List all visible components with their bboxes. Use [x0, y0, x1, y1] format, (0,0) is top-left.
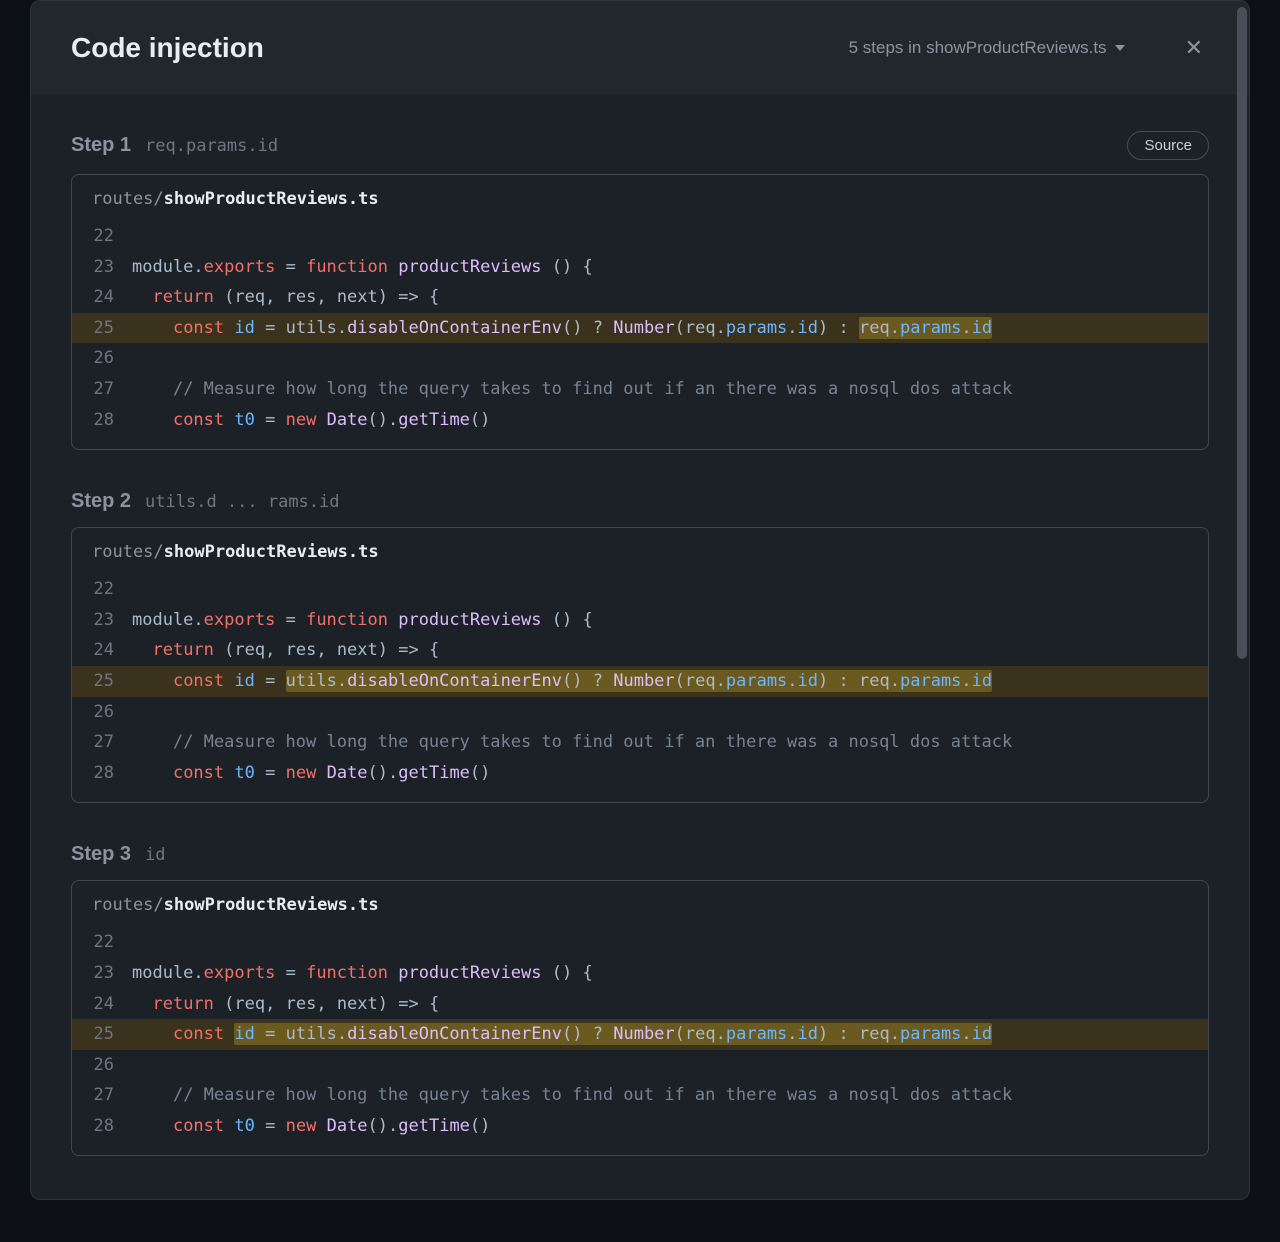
code-body: 22 23 module.exports = function productR…	[72, 215, 1208, 449]
code-line: 27 // Measure how long the query takes t…	[72, 1080, 1208, 1111]
code-file-path[interactable]: routes/showProductReviews.ts	[72, 175, 1208, 215]
code-line: 28 const t0 = new Date().getTime()	[72, 758, 1208, 789]
code-line: 26	[72, 697, 1208, 728]
code-content: const t0 = new Date().getTime()	[132, 405, 1208, 436]
code-card: routes/showProductReviews.ts 22 23 modul…	[71, 527, 1209, 803]
step-label: Step 2	[71, 490, 131, 513]
file-name: showProductReviews.ts	[164, 542, 379, 562]
file-path-prefix: routes/	[92, 895, 164, 915]
panel-title: Code injection	[71, 32, 264, 64]
code-line: 23 module.exports = function productRevi…	[72, 252, 1208, 283]
line-number: 22	[72, 221, 132, 252]
code-injection-panel: Code injection 5 steps in showProductRev…	[30, 0, 1250, 1200]
line-number: 23	[72, 252, 132, 283]
code-content: module.exports = function productReviews…	[132, 252, 1208, 283]
code-line: 23 module.exports = function productRevi…	[72, 958, 1208, 989]
code-line: 22	[72, 221, 1208, 252]
line-number: 25	[72, 1019, 132, 1050]
file-name: showProductReviews.ts	[164, 189, 379, 209]
panel-header: Code injection 5 steps in showProductRev…	[31, 1, 1249, 95]
code-line: 24 return (req, res, next) => {	[72, 282, 1208, 313]
line-number: 27	[72, 1080, 132, 1111]
code-content: module.exports = function productReviews…	[132, 605, 1208, 636]
step-label: Step 3	[71, 843, 131, 866]
line-number: 26	[72, 343, 132, 374]
code-content: const id = utils.disableOnContainerEnv()…	[132, 666, 1208, 697]
step-subtext: utils.d ... rams.id	[145, 492, 339, 512]
line-number: 28	[72, 405, 132, 436]
code-content: // Measure how long the query takes to f…	[132, 727, 1208, 758]
code-card: routes/showProductReviews.ts 22 23 modul…	[71, 174, 1209, 450]
code-line: 25 const id = utils.disableOnContainerEn…	[72, 313, 1208, 344]
line-number: 24	[72, 282, 132, 313]
step-header: Step 2 utils.d ... rams.id	[71, 490, 1209, 513]
steps-dropdown[interactable]: 5 steps in showProductReviews.ts	[849, 38, 1125, 58]
code-content: return (req, res, next) => {	[132, 635, 1208, 666]
line-number: 23	[72, 605, 132, 636]
line-number: 27	[72, 727, 132, 758]
steps-dropdown-label: 5 steps in showProductReviews.ts	[849, 38, 1107, 58]
step-subtext: id	[145, 845, 165, 865]
line-number: 26	[72, 697, 132, 728]
line-number: 24	[72, 989, 132, 1020]
code-line: 24 return (req, res, next) => {	[72, 989, 1208, 1020]
code-line: 25 const id = utils.disableOnContainerEn…	[72, 1019, 1208, 1050]
code-content: const id = utils.disableOnContainerEnv()…	[132, 1019, 1208, 1050]
scrollbar-thumb[interactable]	[1237, 7, 1247, 659]
file-path-prefix: routes/	[92, 542, 164, 562]
code-content: return (req, res, next) => {	[132, 282, 1208, 313]
code-file-path[interactable]: routes/showProductReviews.ts	[72, 528, 1208, 568]
code-line: 25 const id = utils.disableOnContainerEn…	[72, 666, 1208, 697]
code-line: 26	[72, 343, 1208, 374]
line-number: 25	[72, 313, 132, 344]
step-header: Step 3 id	[71, 843, 1209, 866]
code-card: routes/showProductReviews.ts 22 23 modul…	[71, 880, 1209, 1156]
line-number: 22	[72, 927, 132, 958]
line-number: 28	[72, 1111, 132, 1142]
code-content: const t0 = new Date().getTime()	[132, 758, 1208, 789]
code-content: // Measure how long the query takes to f…	[132, 374, 1208, 405]
code-file-path[interactable]: routes/showProductReviews.ts	[72, 881, 1208, 921]
code-line: 24 return (req, res, next) => {	[72, 635, 1208, 666]
step-block: Step 3 id routes/showProductReviews.ts 2…	[71, 843, 1209, 1156]
code-line: 26	[72, 1050, 1208, 1081]
code-line: 22	[72, 927, 1208, 958]
code-body: 22 23 module.exports = function productR…	[72, 921, 1208, 1155]
step-block: Step 2 utils.d ... rams.id routes/showPr…	[71, 490, 1209, 803]
code-line: 27 // Measure how long the query takes t…	[72, 374, 1208, 405]
code-line: 28 const t0 = new Date().getTime()	[72, 1111, 1208, 1142]
scrollbar[interactable]	[1237, 7, 1247, 1193]
file-path-prefix: routes/	[92, 189, 164, 209]
code-body: 22 23 module.exports = function productR…	[72, 568, 1208, 802]
step-header: Step 1 req.params.id Source	[71, 131, 1209, 160]
step-block: Step 1 req.params.id Source routes/showP…	[71, 131, 1209, 450]
line-number: 27	[72, 374, 132, 405]
code-line: 22	[72, 574, 1208, 605]
code-content: return (req, res, next) => {	[132, 989, 1208, 1020]
line-number: 22	[72, 574, 132, 605]
panel-body[interactable]: Step 1 req.params.id Source routes/showP…	[31, 95, 1249, 1199]
code-content: module.exports = function productReviews…	[132, 958, 1208, 989]
line-number: 25	[72, 666, 132, 697]
close-icon[interactable]: ✕	[1179, 31, 1209, 65]
source-button[interactable]: Source	[1127, 131, 1209, 160]
code-line: 27 // Measure how long the query takes t…	[72, 727, 1208, 758]
step-label: Step 1	[71, 134, 131, 157]
code-content: const t0 = new Date().getTime()	[132, 1111, 1208, 1142]
code-line: 28 const t0 = new Date().getTime()	[72, 405, 1208, 436]
line-number: 28	[72, 758, 132, 789]
code-content: const id = utils.disableOnContainerEnv()…	[132, 313, 1208, 344]
step-subtext: req.params.id	[145, 136, 278, 156]
line-number: 26	[72, 1050, 132, 1081]
code-line: 23 module.exports = function productRevi…	[72, 605, 1208, 636]
chevron-down-icon	[1115, 45, 1125, 51]
line-number: 24	[72, 635, 132, 666]
file-name: showProductReviews.ts	[164, 895, 379, 915]
line-number: 23	[72, 958, 132, 989]
header-right: 5 steps in showProductReviews.ts ✕	[849, 31, 1209, 65]
code-content: // Measure how long the query takes to f…	[132, 1080, 1208, 1111]
